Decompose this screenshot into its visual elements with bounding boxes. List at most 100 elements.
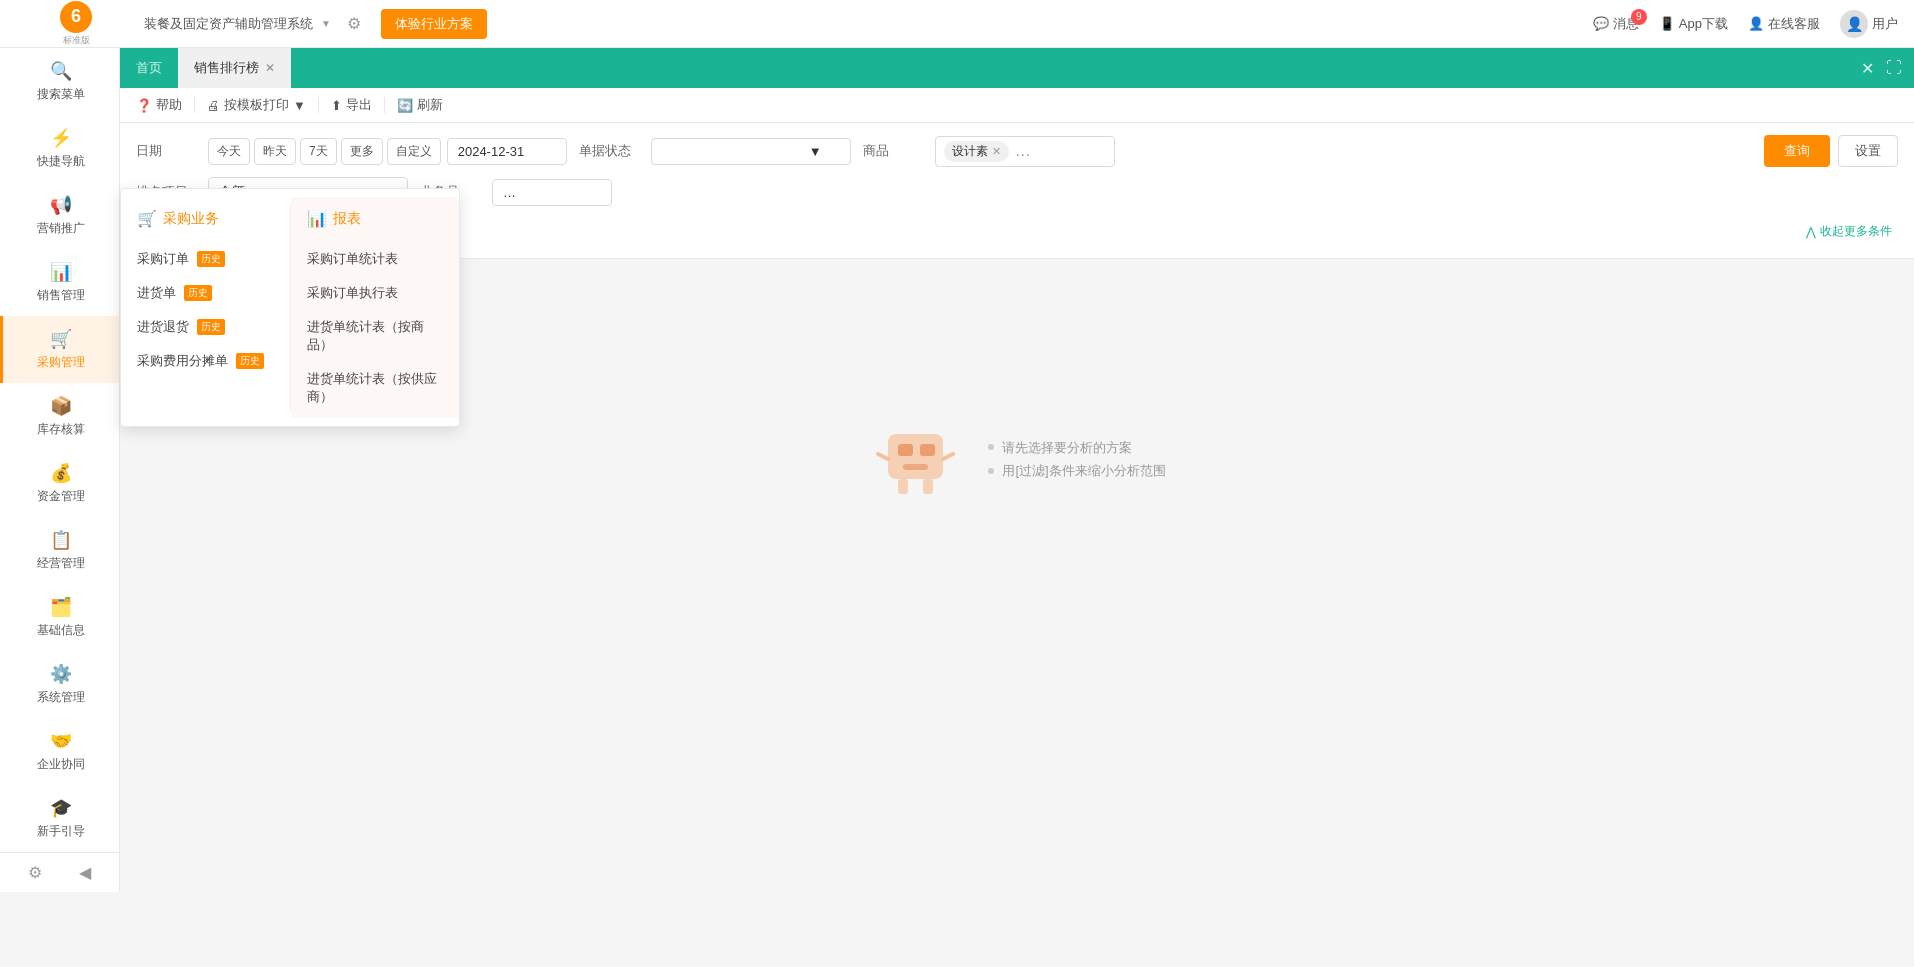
toolbar-sep-3 [384, 97, 385, 113]
sidebar-settings-icon[interactable]: ⚙ [28, 863, 42, 882]
online-service-icon: 👤 [1748, 16, 1764, 31]
report-col: 📊 报表 采购订单统计表 采购订单执行表 进货单统计表（按商品） 进货单统计表（… [291, 197, 460, 418]
sidebar-item-sales-label: 销售管理 [37, 287, 85, 304]
inventory-icon: 📦 [50, 395, 72, 417]
incoming-order-label: 进货单 [137, 284, 176, 302]
system-dropdown-arrow[interactable]: ▼ [321, 18, 331, 29]
settings-btn[interactable]: 设置 [1838, 135, 1898, 167]
tab-sales-rank-label: 销售排行榜 [194, 59, 259, 77]
date-today-btn[interactable]: 今天 [208, 138, 250, 165]
sidebar-item-quicknav[interactable]: ⚡ 快捷导航 [0, 115, 119, 182]
date-end-input[interactable]: 2024-12-31 [447, 138, 567, 165]
toolbar-sep-2 [318, 97, 319, 113]
export-icon: ⬆ [331, 98, 342, 113]
sidebar-item-enterprise[interactable]: 🤝 企业协同 [0, 718, 119, 785]
date-7days-btn[interactable]: 7天 [300, 138, 337, 165]
sidebar-item-search[interactable]: 🔍 搜索菜单 [0, 48, 119, 115]
tab-close-all-btn[interactable]: ✕ [1857, 55, 1878, 82]
sidebar-collapse-icon[interactable]: ◀ [79, 863, 91, 882]
purchase-col-icon: 🛒 [137, 209, 157, 228]
app-download-icon: 📱 [1659, 16, 1675, 31]
date-range: 今天 昨天 7天 更多 自定义 2024-12-31 [208, 138, 567, 165]
expense-split-item[interactable]: 采购费用分摊单 历史 [129, 344, 282, 378]
messages-icon: 💬 [1593, 16, 1609, 31]
tab-maximize-btn[interactable]: ⛶ [1882, 55, 1906, 81]
svg-rect-7 [923, 479, 933, 494]
tab-home-label: 首页 [136, 59, 162, 77]
app-download-label: App下载 [1679, 15, 1728, 33]
incoming-stats-item[interactable]: 进货单统计表（按商品） [299, 310, 452, 362]
empty-state-inner: 请先选择要分析的方案 用[过滤]条件来缩小分析范围 [868, 414, 1165, 504]
online-service-btn[interactable]: 👤 在线客服 [1748, 15, 1820, 33]
collapse-area: ⋀ 收起更多条件 [1800, 217, 1898, 246]
purchase-order-item[interactable]: 采购订单 历史 [129, 242, 282, 276]
date-quick-btns: 今天 昨天 7天 更多 自定义 [208, 138, 441, 165]
salesperson-dots: … [503, 185, 516, 200]
sidebar-item-operations-label: 经营管理 [37, 555, 85, 572]
incoming-order-item[interactable]: 进货单 历史 [129, 276, 282, 310]
goods-tag: 设计素 ✕ [944, 141, 1009, 162]
app-download-btn[interactable]: 📱 App下载 [1659, 15, 1728, 33]
content-area: 首页 销售排行榜 ✕ ✕ ⛶ ❓ 帮助 🖨 按模板 [120, 48, 1914, 967]
messages-btn[interactable]: 💬 消息 9 [1593, 15, 1639, 33]
user-btn[interactable]: 👤 用户 [1840, 10, 1898, 38]
top-header: 6 标准版 装餐及固定资产辅助管理系统 ▼ ⚙ 体验行业方案 💬 消息 9 📱 … [0, 0, 1914, 48]
sidebar-container: 🔍 搜索菜单 ⚡ 快捷导航 📢 营销推广 📊 销售管理 🛒 采购管理 📦 [0, 48, 120, 967]
sidebar-item-newbie[interactable]: 🎓 新手引导 [0, 785, 119, 852]
incoming-order-history-badge: 历史 [184, 285, 212, 301]
goods-tag-close[interactable]: ✕ [992, 145, 1001, 158]
date-yesterday-btn[interactable]: 昨天 [254, 138, 296, 165]
svg-line-4 [878, 454, 888, 459]
sidebar-bottom: ⚙ ◀ [0, 852, 119, 892]
goods-input[interactable]: 设计素 ✕ … [935, 136, 1115, 167]
tab-sales-rank[interactable]: 销售排行榜 ✕ [178, 48, 291, 88]
report-col-icon: 📊 [307, 209, 327, 228]
svg-rect-1 [898, 444, 913, 456]
system-settings-icon[interactable]: ⚙ [347, 14, 361, 33]
incoming-stats-label: 进货单统计表（按商品） [307, 318, 444, 354]
purchase-exec-item[interactable]: 采购订单执行表 [299, 276, 452, 310]
purchase-dropdown-menu: 🛒 采购业务 采购订单 历史 进货单 历史 进货退货 历史 采购费用分摊单 [120, 188, 460, 427]
industry-btn[interactable]: 体验行业方案 [381, 9, 487, 39]
logo-subtext: 标准版 [63, 34, 90, 47]
purchase-stats-item[interactable]: 采购订单统计表 [299, 242, 452, 276]
user-avatar: 👤 [1840, 10, 1868, 38]
print-dropdown-arrow[interactable]: ▼ [293, 98, 306, 113]
collapse-btn[interactable]: ⋀ 收起更多条件 [1800, 217, 1898, 246]
sidebar-item-sales[interactable]: 📊 销售管理 [0, 249, 119, 316]
return-order-item[interactable]: 进货退货 历史 [129, 310, 282, 344]
salesperson-input[interactable]: … [492, 179, 612, 206]
date-more-btn[interactable]: 更多 [341, 138, 383, 165]
sidebar-item-marketing[interactable]: 📢 营销推广 [0, 182, 119, 249]
incoming-supplier-stats-item[interactable]: 进货单统计表（按供应商） [299, 362, 452, 414]
purchase-exec-label: 采购订单执行表 [307, 284, 398, 302]
tab-sales-rank-close[interactable]: ✕ [265, 61, 275, 75]
sidebar-item-basic[interactable]: 🗂️ 基础信息 [0, 584, 119, 651]
basic-icon: 🗂️ [50, 596, 72, 618]
report-col-header: 📊 报表 [299, 201, 452, 238]
quicknav-icon: ⚡ [50, 127, 72, 149]
tab-bar: 首页 销售排行榜 ✕ ✕ ⛶ [120, 48, 1914, 88]
sidebar-item-finance[interactable]: 💰 资金管理 [0, 450, 119, 517]
goods-dots-btn[interactable]: … [1015, 142, 1031, 160]
sidebar-item-inventory[interactable]: 📦 库存核算 [0, 383, 119, 450]
sidebar-item-system[interactable]: ⚙️ 系统管理 [0, 651, 119, 718]
filter-actions: 查询 设置 [1764, 135, 1898, 167]
tab-home[interactable]: 首页 [120, 48, 178, 88]
date-custom-btn[interactable]: 自定义 [387, 138, 441, 165]
help-label: 帮助 [156, 96, 182, 114]
logo-area: 6 标准版 [16, 1, 136, 47]
export-btn[interactable]: ⬆ 导出 [331, 96, 372, 114]
sidebar-item-operations[interactable]: 📋 经营管理 [0, 517, 119, 584]
print-btn[interactable]: 🖨 按模板打印 ▼ [207, 96, 306, 114]
svg-rect-3 [903, 464, 928, 470]
refresh-btn[interactable]: 🔄 刷新 [397, 96, 443, 114]
date-end-value: 2024-12-31 [458, 144, 525, 159]
sidebar-item-purchase-label: 采购管理 [37, 354, 85, 371]
help-btn[interactable]: ❓ 帮助 [136, 96, 182, 114]
query-btn[interactable]: 查询 [1764, 135, 1830, 167]
filter-row-1: 日期 今天 昨天 7天 更多 自定义 2024-12-31 [136, 135, 1898, 167]
sidebar-item-purchase[interactable]: 🛒 采购管理 [0, 316, 119, 383]
receipt-status-select[interactable]: ▼ [651, 138, 851, 165]
empty-text-line1: 请先选择要分析的方案 [988, 436, 1165, 459]
